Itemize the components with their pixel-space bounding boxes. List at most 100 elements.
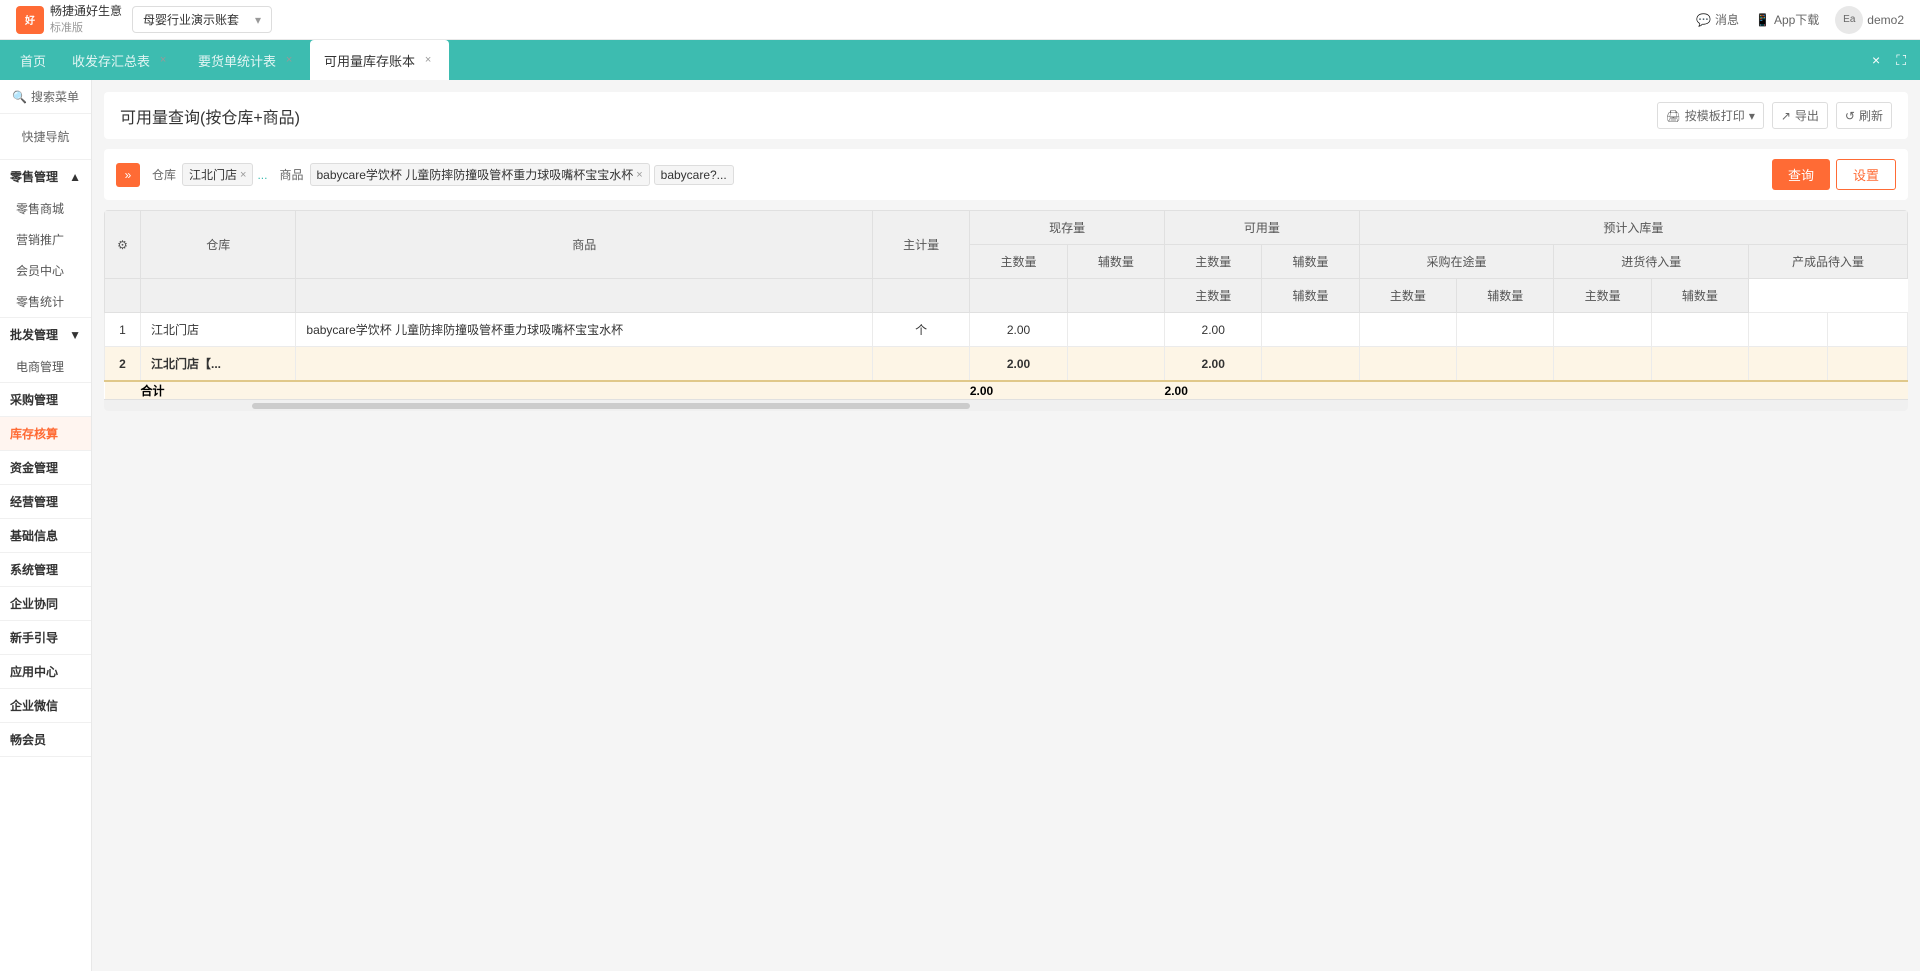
page-header: 可用量查询(按仓库+商品) 🖨 按模板打印 ▾ ↗ 导出 ↺ 刷新 [104, 92, 1908, 139]
logo-sub: 标准版 [50, 19, 122, 35]
tab-receive-send[interactable]: 收发存汇总表 × [58, 40, 184, 80]
col-warehouse-header: 仓库 [141, 211, 296, 279]
refresh-btn[interactable]: ↺ 刷新 [1836, 102, 1892, 129]
footer-label: 合计 [141, 381, 296, 399]
cell-warehouse-2: 江北门店【... [141, 347, 296, 382]
col-expected-inbound-header: 预计入库量 [1359, 211, 1907, 245]
sidebar-section-guide-header[interactable]: 新手引导 [0, 621, 91, 654]
table-scroll-bar[interactable] [104, 399, 1908, 411]
logo-area: 好 畅捷通好生意 标准版 [16, 4, 122, 36]
export-btn[interactable]: ↗ 导出 [1772, 102, 1828, 129]
sidebar-item-member-center[interactable]: 会员中心 [0, 255, 91, 286]
table-container: ⚙ 仓库 商品 主计量 现存量 可用量 预计入库量 主数量 辅数量 主数量 辅数… [104, 210, 1908, 411]
query-button[interactable]: 查询 [1772, 159, 1830, 190]
msg-icon: 💬 [1696, 13, 1711, 27]
industry-label: 母婴行业演示账套 [143, 11, 239, 28]
top-bar-right: 💬 消息 📱 App下载 Ea demo2 [1696, 6, 1904, 34]
appcenter-label: 应用中心 [10, 663, 58, 680]
inventory-label: 库存核算 [10, 425, 58, 442]
col-available-main-qty: 主数量 [1165, 245, 1262, 279]
product-filter-group: 商品 babycare学饮杯 儿童防摔防撞吸管杯重力球吸嘴杯宝宝水杯 × bab… [279, 163, 733, 186]
industry-selector[interactable]: 母婴行业演示账套 ▾ [132, 6, 272, 33]
tab-order-stats-close[interactable]: × [282, 53, 296, 67]
sidebar-section-appcenter-header[interactable]: 应用中心 [0, 655, 91, 688]
sidebar-section-ops: 经营管理 [0, 485, 91, 519]
footer-pp-aux [1651, 381, 1748, 399]
sidebar-section-collab-header[interactable]: 企业协同 [0, 587, 91, 620]
sidebar-section-retail: 零售管理 ▲ 零售商城 营销推广 会员中心 零售统计 [0, 160, 91, 318]
top-bar: 好 畅捷通好生意 标准版 母婴行业演示账套 ▾ 💬 消息 📱 App下载 Ea … [0, 0, 1920, 40]
tab-order-stats[interactable]: 要货单统计表 × [184, 40, 310, 80]
sidebar-section-member-header[interactable]: 畅会员 [0, 723, 91, 756]
ops-label: 经营管理 [10, 493, 58, 510]
nav-expand-btn[interactable]: ⛶ [1890, 48, 1912, 73]
template-print-label: 按模板打印 [1685, 107, 1745, 124]
col-current-stock-header: 现存量 [970, 211, 1165, 245]
col-purchase-pending-main: 主数量 [1359, 279, 1456, 313]
avatar: Ea [1835, 6, 1863, 34]
col-gear[interactable]: ⚙ [105, 211, 141, 279]
col-purchase-transit-aux: 辅数量 [1262, 279, 1359, 313]
cell-current-aux-2 [1067, 347, 1164, 382]
footer-current-main: 2.00 [970, 381, 1067, 399]
col-empty-2 [141, 279, 296, 313]
product-tag-2-label: babycare?... [661, 168, 727, 182]
product-tag-2[interactable]: babycare?... [654, 165, 734, 185]
sidebar-section-ops-header[interactable]: 经营管理 [0, 485, 91, 518]
sidebar-section-finance-header[interactable]: 资金管理 [0, 451, 91, 484]
settings-button[interactable]: 设置 [1836, 159, 1896, 190]
warehouse-tag-label: 江北门店 [189, 166, 237, 183]
msg-action[interactable]: 💬 消息 [1696, 11, 1739, 28]
product-tag-1-remove[interactable]: × [636, 169, 642, 181]
cell-pp-aux-1 [1651, 313, 1748, 347]
sidebar-item-retail-stats[interactable]: 零售统计 [0, 286, 91, 317]
warehouse-more-btn[interactable]: ... [257, 168, 267, 182]
export-label: 导出 [1795, 107, 1819, 124]
footer-empty-3 [873, 381, 970, 399]
sidebar-item-quick-nav[interactable]: 快捷导航 [0, 120, 91, 153]
app-download-action[interactable]: 📱 App下载 [1755, 11, 1819, 28]
col-empty-4 [873, 279, 970, 313]
cell-warehouse-1: 江北门店 [141, 313, 296, 347]
tab-home[interactable]: 首页 [8, 40, 58, 80]
filter-actions: 查询 设置 [1772, 159, 1896, 190]
tab-receive-send-close[interactable]: × [156, 53, 170, 67]
table-scroll-thumb[interactable] [252, 403, 970, 409]
sidebar-section-basic-header[interactable]: 基础信息 [0, 519, 91, 552]
sidebar-item-marketing[interactable]: 营销推广 [0, 224, 91, 255]
sidebar-section-system-header[interactable]: 系统管理 [0, 553, 91, 586]
sidebar-section-retail-header[interactable]: 零售管理 ▲ [0, 160, 91, 193]
username: demo2 [1867, 13, 1904, 27]
col-available-header: 可用量 [1165, 211, 1360, 245]
sidebar-section-wholesale-header[interactable]: 批发管理 ▼ [0, 318, 91, 351]
tab-available-stock[interactable]: 可用量库存账本 × [310, 40, 449, 80]
nav-close-btn[interactable]: × [1866, 48, 1886, 72]
filter-expand-btn[interactable]: » [116, 163, 140, 187]
finance-label: 资金管理 [10, 459, 58, 476]
export-icon: ↗ [1781, 109, 1791, 123]
col-empty-5 [970, 279, 1067, 313]
sidebar-item-ecommerce[interactable]: 电商管理 [0, 351, 91, 382]
product-filter-tags: babycare学饮杯 儿童防摔防撞吸管杯重力球吸嘴杯宝宝水杯 × babyca… [310, 163, 734, 186]
tab-available-stock-close[interactable]: × [421, 53, 435, 67]
product-tag-1[interactable]: babycare学饮杯 儿童防摔防撞吸管杯重力球吸嘴杯宝宝水杯 × [310, 163, 650, 186]
sidebar-item-retail-mall[interactable]: 零售商城 [0, 193, 91, 224]
cell-prp-aux-1 [1828, 313, 1908, 347]
sidebar-section-wechat-header[interactable]: 企业微信 [0, 689, 91, 722]
sidebar-section-wholesale: 批发管理 ▼ 电商管理 [0, 318, 91, 383]
sidebar-section-purchase-header[interactable]: 采购管理 [0, 383, 91, 416]
main-layout: 🔍 搜索菜单 快捷导航 零售管理 ▲ 零售商城 营销推广 会员中心 零售统计 批… [0, 80, 1920, 971]
footer-pt-aux [1457, 381, 1554, 399]
warehouse-tag-remove[interactable]: × [240, 169, 246, 181]
cell-pt-main-2 [1359, 347, 1456, 382]
user-action[interactable]: Ea demo2 [1835, 6, 1904, 34]
warehouse-tag-jiangbei[interactable]: 江北门店 × [182, 163, 253, 186]
sidebar-section-inventory-header[interactable]: 库存核算 [0, 417, 91, 450]
template-print-btn[interactable]: 🖨 按模板打印 ▾ [1657, 102, 1764, 129]
col-empty-1 [105, 279, 141, 313]
sidebar-search[interactable]: 🔍 搜索菜单 [0, 80, 91, 114]
tab-available-stock-label: 可用量库存账本 [324, 51, 415, 70]
quick-nav-label: 快捷导航 [21, 128, 69, 145]
col-purchase-transit-main: 主数量 [1165, 279, 1262, 313]
footer-pp-main [1554, 381, 1651, 399]
